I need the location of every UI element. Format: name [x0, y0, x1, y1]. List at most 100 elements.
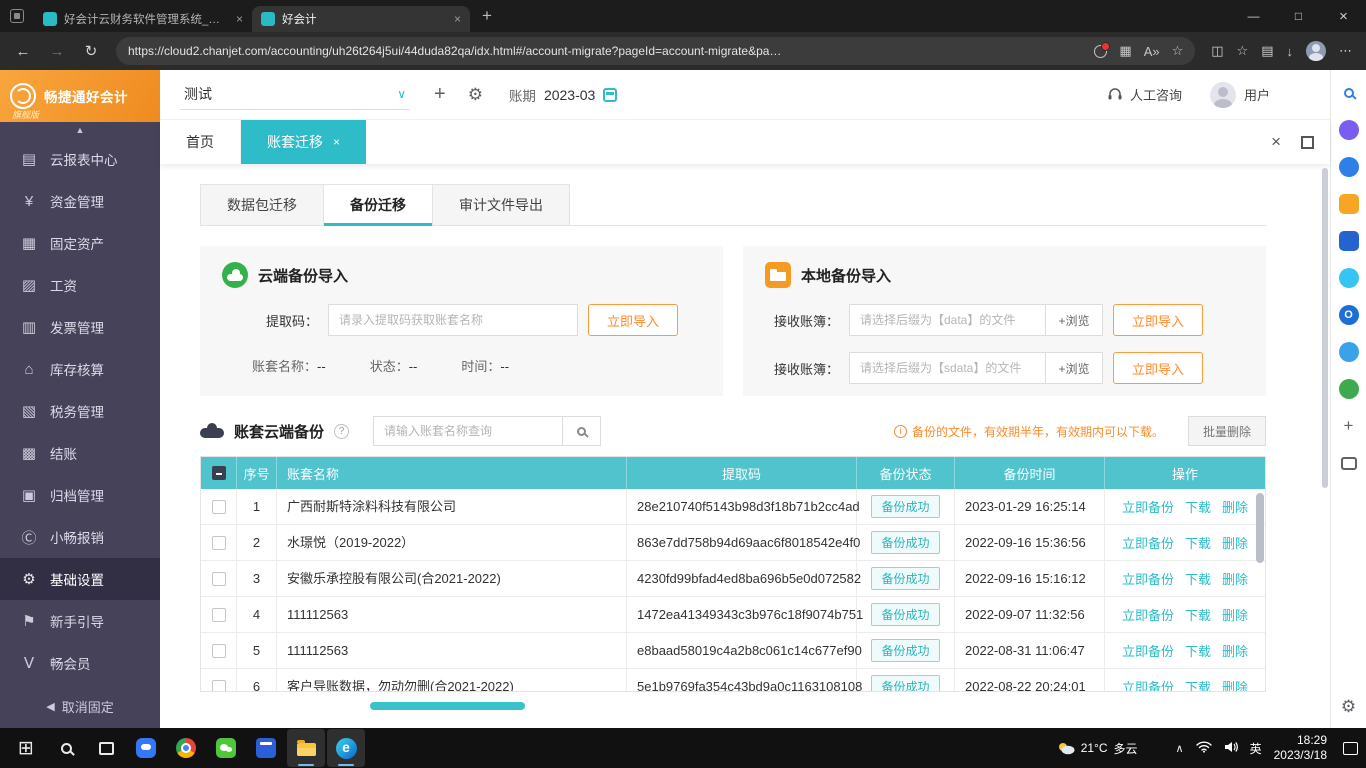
- browser-tab-2[interactable]: 好会计 ×: [252, 5, 470, 32]
- sidebar-item-固定资产[interactable]: ▦ 固定资产: [0, 222, 160, 264]
- sidebar-item-小畅报销[interactable]: Ⓒ 小畅报销: [0, 516, 160, 558]
- collections-icon[interactable]: ▤: [1261, 43, 1273, 59]
- delete-link[interactable]: 删除: [1222, 641, 1248, 660]
- row-checkbox[interactable]: [201, 525, 237, 560]
- tab-backup-migrate[interactable]: 备份迁移: [323, 184, 433, 226]
- delete-link[interactable]: 删除: [1222, 605, 1248, 624]
- task-view-button[interactable]: [87, 729, 125, 767]
- backup-now-link[interactable]: 立即备份: [1122, 677, 1174, 691]
- weather-widget[interactable]: 21°C 多云: [1057, 740, 1138, 757]
- wifi-icon[interactable]: [1195, 740, 1212, 756]
- sdata-file-input[interactable]: [849, 352, 1045, 384]
- sidebar-item-畅会员[interactable]: Ⅴ 畅会员: [0, 642, 160, 684]
- start-button[interactable]: ⊞: [7, 729, 45, 767]
- rail-search-icon[interactable]: [1337, 82, 1361, 104]
- split-screen-icon[interactable]: ◫: [1211, 43, 1223, 59]
- address-bar[interactable]: https://cloud2.chanjet.com/accounting/uh…: [116, 37, 1196, 65]
- maximize-button[interactable]: □: [1276, 0, 1321, 32]
- m365-icon[interactable]: [1337, 230, 1361, 252]
- row-checkbox[interactable]: [201, 489, 237, 524]
- download-link[interactable]: 下载: [1185, 497, 1211, 516]
- sidebar-unpin-button[interactable]: ◀ 取消固定: [0, 684, 160, 728]
- file-explorer-icon[interactable]: [287, 729, 325, 767]
- tab-audit-export[interactable]: 审计文件导出: [432, 184, 570, 225]
- download-link[interactable]: 下载: [1185, 605, 1211, 624]
- refresh-button[interactable]: ↻: [76, 42, 106, 60]
- tab-close-icon[interactable]: ×: [236, 12, 243, 26]
- new-tab-button[interactable]: +: [470, 6, 504, 26]
- download-link[interactable]: 下载: [1185, 569, 1211, 588]
- row-checkbox[interactable]: [201, 597, 237, 632]
- sidebar-item-结账[interactable]: ▩ 结账: [0, 432, 160, 474]
- backup-now-link[interactable]: 立即备份: [1122, 605, 1174, 624]
- close-button[interactable]: ×: [1321, 0, 1366, 32]
- backup-search-input[interactable]: [373, 416, 564, 446]
- download-link[interactable]: 下载: [1185, 677, 1211, 691]
- backup-now-link[interactable]: 立即备份: [1122, 569, 1174, 588]
- page-scrollbar-thumb[interactable]: [1322, 168, 1328, 488]
- sidebar-item-库存核算[interactable]: ⌂ 库存核算: [0, 348, 160, 390]
- chrome-icon[interactable]: [167, 729, 205, 767]
- batch-delete-button[interactable]: 批量删除: [1187, 416, 1266, 446]
- drop-icon[interactable]: [1337, 156, 1361, 178]
- apps-grid-icon[interactable]: ▦: [1119, 43, 1131, 59]
- blue-app-icon[interactable]: [247, 729, 285, 767]
- tab-home[interactable]: 首页: [160, 120, 241, 164]
- browse-button[interactable]: +浏览: [1045, 352, 1103, 384]
- browser-tab-1[interactable]: 好会计云财务软件管理系统_会计 ×: [34, 6, 252, 32]
- tab-account-migrate[interactable]: 账套迁移 ×: [241, 120, 367, 164]
- forward-button[interactable]: →: [42, 43, 72, 60]
- sidebar-item-发票管理[interactable]: ▥ 发票管理: [0, 306, 160, 348]
- workspaces-icon[interactable]: [10, 9, 24, 23]
- rail-settings-icon[interactable]: ⚙: [1337, 696, 1361, 718]
- input-language[interactable]: 英: [1250, 740, 1262, 757]
- download-link[interactable]: 下载: [1185, 641, 1211, 660]
- more-menu-icon[interactable]: ⋯: [1339, 43, 1352, 59]
- back-button[interactable]: ←: [8, 43, 38, 60]
- add-favorite-icon[interactable]: ☆: [1172, 43, 1184, 59]
- favorites-icon[interactable]: ☆: [1237, 43, 1249, 59]
- tray-expand-icon[interactable]: ∧: [1176, 742, 1184, 755]
- sidebar-item-归档管理[interactable]: ▣ 归档管理: [0, 474, 160, 516]
- volume-icon[interactable]: [1224, 741, 1238, 756]
- table-scrollbar[interactable]: [1256, 493, 1264, 563]
- browse-button[interactable]: +浏览: [1045, 304, 1103, 336]
- tab-data-package-migrate[interactable]: 数据包迁移: [200, 184, 324, 225]
- tab-close-icon[interactable]: ×: [333, 135, 340, 149]
- download-link[interactable]: 下载: [1185, 533, 1211, 552]
- settings-gear-icon[interactable]: ⚙: [468, 85, 483, 105]
- cloud-import-button[interactable]: 立即导入: [588, 304, 679, 336]
- select-all-checkbox[interactable]: [201, 457, 237, 489]
- user-menu[interactable]: 用户: [1209, 81, 1270, 108]
- wechat-icon[interactable]: [207, 729, 245, 767]
- backup-now-link[interactable]: 立即备份: [1122, 497, 1174, 516]
- add-button[interactable]: +: [434, 83, 446, 106]
- sidebar-item-税务管理[interactable]: ▧ 税务管理: [0, 390, 160, 432]
- backup-now-link[interactable]: 立即备份: [1122, 533, 1174, 552]
- calendar-icon[interactable]: [603, 87, 618, 102]
- designer-icon[interactable]: [1337, 378, 1361, 400]
- notification-center-icon[interactable]: [1343, 741, 1358, 755]
- outlook-icon[interactable]: O: [1337, 304, 1361, 326]
- row-checkbox[interactable]: [201, 669, 237, 691]
- delete-link[interactable]: 删除: [1222, 533, 1248, 552]
- row-checkbox[interactable]: [201, 633, 237, 668]
- horizontal-scrollbar-thumb[interactable]: [370, 702, 525, 710]
- sidebar-item-新手引导[interactable]: ⚑ 新手引导: [0, 600, 160, 642]
- tab-close-icon[interactable]: ×: [454, 12, 461, 26]
- skype-icon[interactable]: [1337, 267, 1361, 289]
- copilot-icon[interactable]: [1337, 119, 1361, 141]
- sidebar-item-资金管理[interactable]: ¥ 资金管理: [0, 180, 160, 222]
- fullscreen-icon[interactable]: [1301, 135, 1314, 149]
- local-import-button[interactable]: 立即导入: [1113, 352, 1204, 384]
- sidebar-scroll-up-icon[interactable]: ▲: [0, 122, 160, 138]
- sidebar-item-工资[interactable]: ▨ 工资: [0, 264, 160, 306]
- local-import-button[interactable]: 立即导入: [1113, 304, 1204, 336]
- profile-avatar[interactable]: [1306, 41, 1326, 61]
- shopping-icon[interactable]: [1337, 193, 1361, 215]
- sidebar-item-基础设置[interactable]: ⚙ 基础设置: [0, 558, 160, 600]
- backup-now-link[interactable]: 立即备份: [1122, 641, 1174, 660]
- chat-app-icon[interactable]: [127, 729, 165, 767]
- sidebar-item-云报表中心[interactable]: ▤ 云报表中心: [0, 138, 160, 180]
- search-button[interactable]: [563, 416, 602, 446]
